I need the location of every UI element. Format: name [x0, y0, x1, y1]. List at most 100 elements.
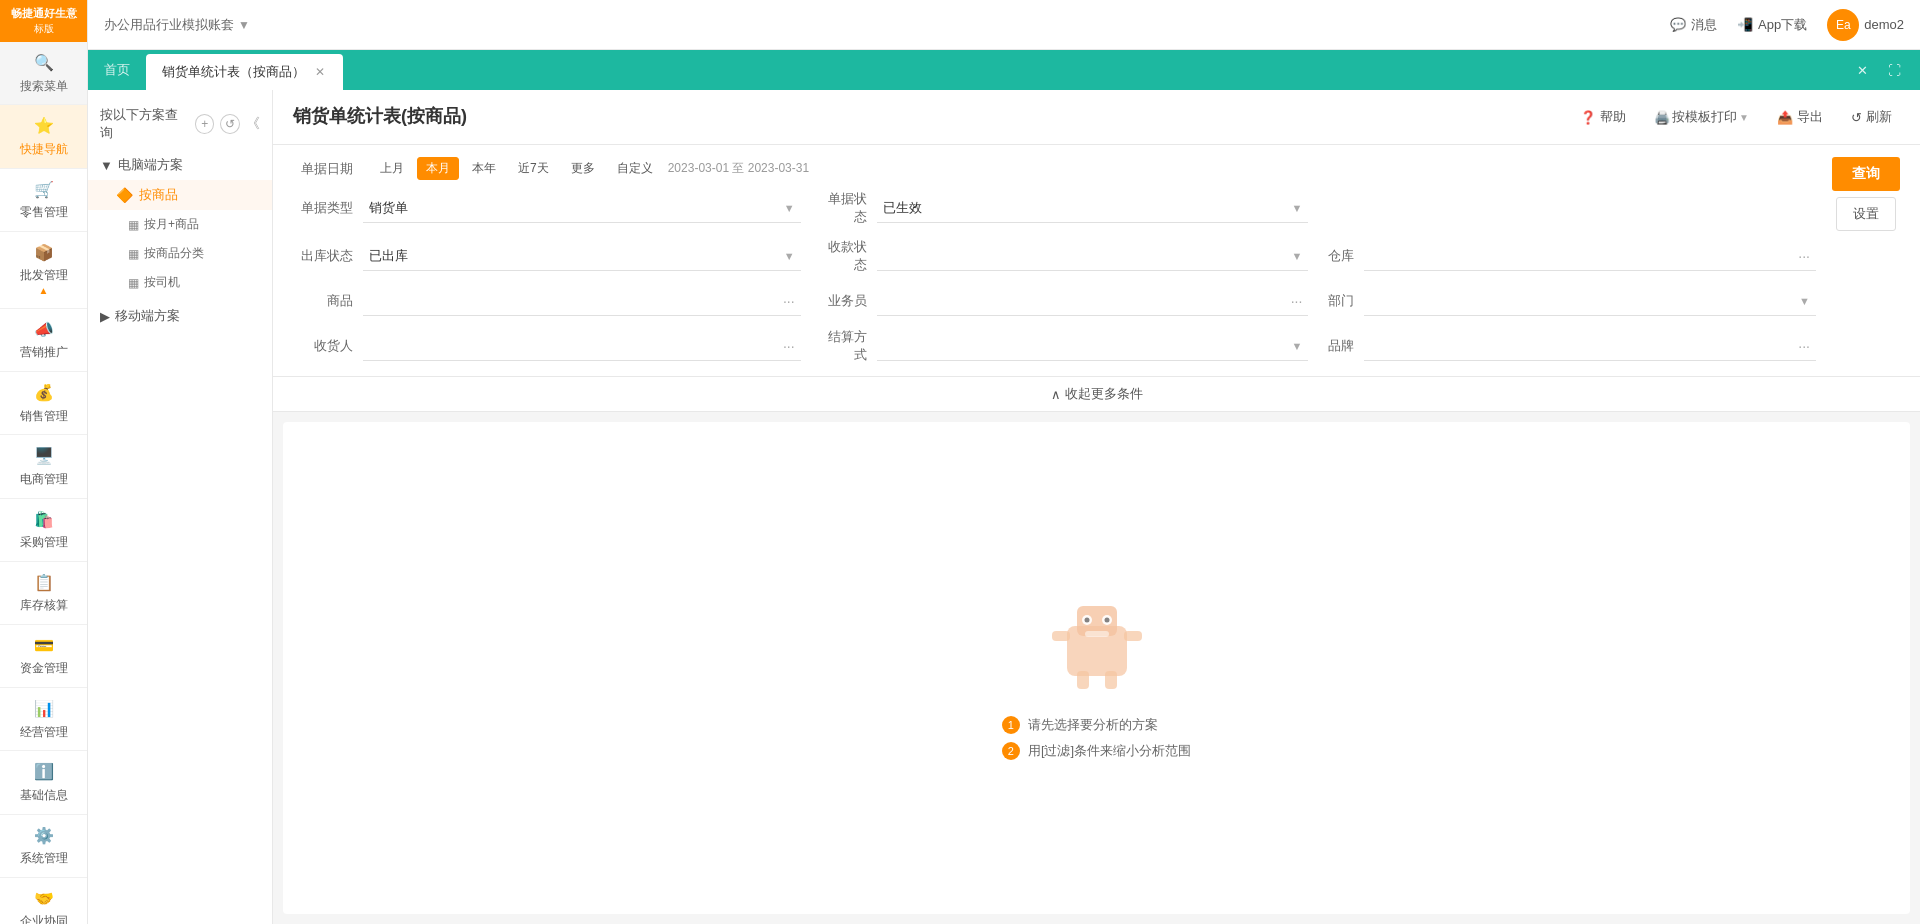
sidebar-item-marketing[interactable]: 📣 营销推广 [0, 309, 87, 372]
sidebar-item-finance[interactable]: 💳 资金管理 [0, 625, 87, 688]
sidebar-item-wholesale[interactable]: 📦 批发管理 ▲ [0, 232, 87, 309]
receiver-control[interactable]: ··· [363, 331, 801, 361]
doctype-control[interactable]: 销货单 ▼ [363, 193, 801, 223]
user-area[interactable]: Ea demo2 [1827, 9, 1904, 41]
brand-dots: ··· [1798, 338, 1810, 354]
ecommerce-icon: 🖥️ [34, 445, 54, 467]
tab-sales-report[interactable]: 销货单统计表（按商品） ✕ [146, 54, 343, 90]
tree-item-by-product[interactable]: 🔶 按商品 [88, 180, 272, 210]
topbar-dropdown-icon[interactable]: ▼ [238, 18, 250, 32]
collapse-more-btn[interactable]: ∧ 收起更多条件 [273, 377, 1920, 412]
tab-close-btn[interactable]: ✕ [313, 65, 327, 79]
sidebar-item-search[interactable]: 🔍 搜索菜单 [0, 42, 87, 105]
query-btn-group: 查询 设置 [1832, 157, 1900, 231]
tip-num-2: 2 [1002, 742, 1020, 760]
refresh-btn[interactable]: ↺ 刷新 [1843, 104, 1900, 130]
tab-home[interactable]: 首页 [88, 50, 146, 90]
brand-label: 品牌 [1324, 337, 1364, 355]
tree-group-mobile-header[interactable]: ▶ 移动端方案 [88, 301, 272, 331]
svg-rect-6 [1085, 631, 1109, 637]
date-btn-custom[interactable]: 自定义 [608, 157, 662, 180]
doctype-value: 销货单 [369, 199, 780, 217]
date-btn-this-month[interactable]: 本月 [417, 157, 459, 180]
outstatus-dropdown-icon: ▼ [784, 250, 795, 262]
filter-cell-receiver: 收货人 ··· [293, 328, 801, 364]
page-actions: ❓ 帮助 🖨️ 按模板打印 ▼ 📤 导出 ↺ 刷新 [1572, 104, 1900, 144]
app-download-btn[interactable]: 📲 App下载 [1737, 16, 1807, 34]
sidebar-item-purchase[interactable]: 🛍️ 采购管理 [0, 499, 87, 562]
sidebar-item-enterprise[interactable]: 🤝 企业协同 [0, 878, 87, 924]
sidebar-logo: 畅捷通好生意 标版 [0, 0, 87, 42]
docstatus-control[interactable]: 已生效 ▼ [877, 193, 1309, 223]
receiver-label: 收货人 [293, 337, 363, 355]
refresh-scheme-btn[interactable]: ↺ [220, 114, 240, 134]
tree-group-mobile: ▶ 移动端方案 [88, 299, 272, 333]
sidebar-label-operations: 经营管理 [20, 724, 68, 741]
topbar: 办公用品行业模拟账套 ▼ 💬 消息 📲 App下载 Ea demo2 [88, 0, 1920, 50]
logo-sub: 标版 [34, 22, 54, 36]
download-icon: 📲 [1737, 17, 1753, 32]
salesperson-control[interactable]: ··· [877, 286, 1309, 316]
settlement-control[interactable]: ▼ [877, 331, 1309, 361]
export-icon: 📤 [1777, 110, 1793, 125]
template-print-btn[interactable]: 🖨️ 按模板打印 ▼ [1646, 104, 1757, 130]
sidebar-label-quick-nav: 快捷导航 [20, 141, 68, 158]
help-btn[interactable]: ❓ 帮助 [1572, 104, 1634, 130]
logo-text: 畅捷通好生意 [11, 6, 77, 20]
tree-expand-icon-mobile: ▶ [100, 309, 110, 324]
finance-icon: 💳 [34, 635, 54, 657]
collapse-panel-btn[interactable]: 《 [246, 115, 260, 133]
filter-cell-warehouse: 仓库 ··· [1324, 238, 1816, 274]
sidebar-item-retail[interactable]: 🛒 零售管理 [0, 169, 87, 232]
sidebar-label-retail: 零售管理 [20, 204, 68, 221]
sidebar-label-finance: 资金管理 [20, 660, 68, 677]
add-scheme-btn[interactable]: + [195, 114, 215, 134]
tip-text-2: 用[过滤]条件来缩小分析范围 [1028, 742, 1191, 760]
outstatus-control[interactable]: 已出库 ▼ [363, 241, 801, 271]
settings-button[interactable]: 设置 [1836, 197, 1896, 231]
message-btn[interactable]: 💬 消息 [1670, 16, 1717, 34]
brand-control[interactable]: ··· [1364, 331, 1816, 361]
filter-row-date: 单据日期 上月 本月 本年 近7天 更多 自定义 2023-03-01 至 20… [293, 157, 1816, 180]
sidebar-item-sales[interactable]: 💰 销售管理 [0, 372, 87, 435]
content-area: 按以下方案查询 + ↺ 《 ▼ 电脑端方案 🔶 按商品 ▦ 按月+商品 [88, 90, 1920, 924]
tree-sub-item-by-month-product[interactable]: ▦ 按月+商品 [88, 210, 272, 239]
tree-sub-item-by-category[interactable]: ▦ 按商品分类 [88, 239, 272, 268]
filter-cell-outstatus: 出库状态 已出库 ▼ [293, 238, 801, 274]
export-btn[interactable]: 📤 导出 [1769, 104, 1831, 130]
sidebar-label-purchase: 采购管理 [20, 534, 68, 551]
query-button[interactable]: 查询 [1832, 157, 1900, 191]
sidebar-item-basics[interactable]: ℹ️ 基础信息 [0, 751, 87, 814]
payment-label: 收款状态 [817, 238, 877, 274]
empty-tip-2: 2 用[过滤]条件来缩小分析范围 [1002, 742, 1191, 760]
message-label: 消息 [1691, 16, 1717, 34]
payment-control[interactable]: ▼ [877, 241, 1309, 271]
sidebar-label-marketing: 营销推广 [20, 344, 68, 361]
date-btn-7days[interactable]: 近7天 [509, 157, 558, 180]
retail-icon: 🛒 [34, 179, 54, 201]
sidebar-label-wholesale: 批发管理 [20, 267, 68, 284]
date-btn-more[interactable]: 更多 [562, 157, 604, 180]
sidebar-item-system[interactable]: ⚙️ 系统管理 [0, 815, 87, 878]
sidebar-item-operations[interactable]: 📊 经营管理 [0, 688, 87, 751]
tree-sub-item-by-driver[interactable]: ▦ 按司机 [88, 268, 272, 297]
product-control[interactable]: ··· [363, 286, 801, 316]
topbar-right: 💬 消息 📲 App下载 Ea demo2 [1670, 9, 1904, 41]
tree-sub-item-driver-label: 按司机 [144, 274, 180, 291]
warehouse-control[interactable]: ··· [1364, 241, 1816, 271]
window-maximize-btn[interactable]: ⛶ [1880, 56, 1908, 84]
tip-num-1: 1 [1002, 716, 1020, 734]
date-btn-this-year[interactable]: 本年 [463, 157, 505, 180]
sidebar-item-quick-nav[interactable]: ⭐ 快捷导航 [0, 105, 87, 168]
empty-tip-1: 1 请先选择要分析的方案 [1002, 716, 1191, 734]
department-control[interactable]: ▼ [1364, 286, 1816, 316]
date-btn-last-month[interactable]: 上月 [371, 157, 413, 180]
sidebar-item-inventory[interactable]: 📋 库存核算 [0, 562, 87, 625]
sidebar-label-basics: 基础信息 [20, 787, 68, 804]
tree-expand-icon: ▼ [100, 158, 113, 173]
tabbar: 首页 销货单统计表（按商品） ✕ ✕ ⛶ [88, 50, 1920, 90]
window-close-btn[interactable]: ✕ [1848, 56, 1876, 84]
tree-group-desktop-header[interactable]: ▼ 电脑端方案 [88, 150, 272, 180]
help-label: 帮助 [1600, 108, 1626, 126]
sidebar-item-ecommerce[interactable]: 🖥️ 电商管理 [0, 435, 87, 498]
